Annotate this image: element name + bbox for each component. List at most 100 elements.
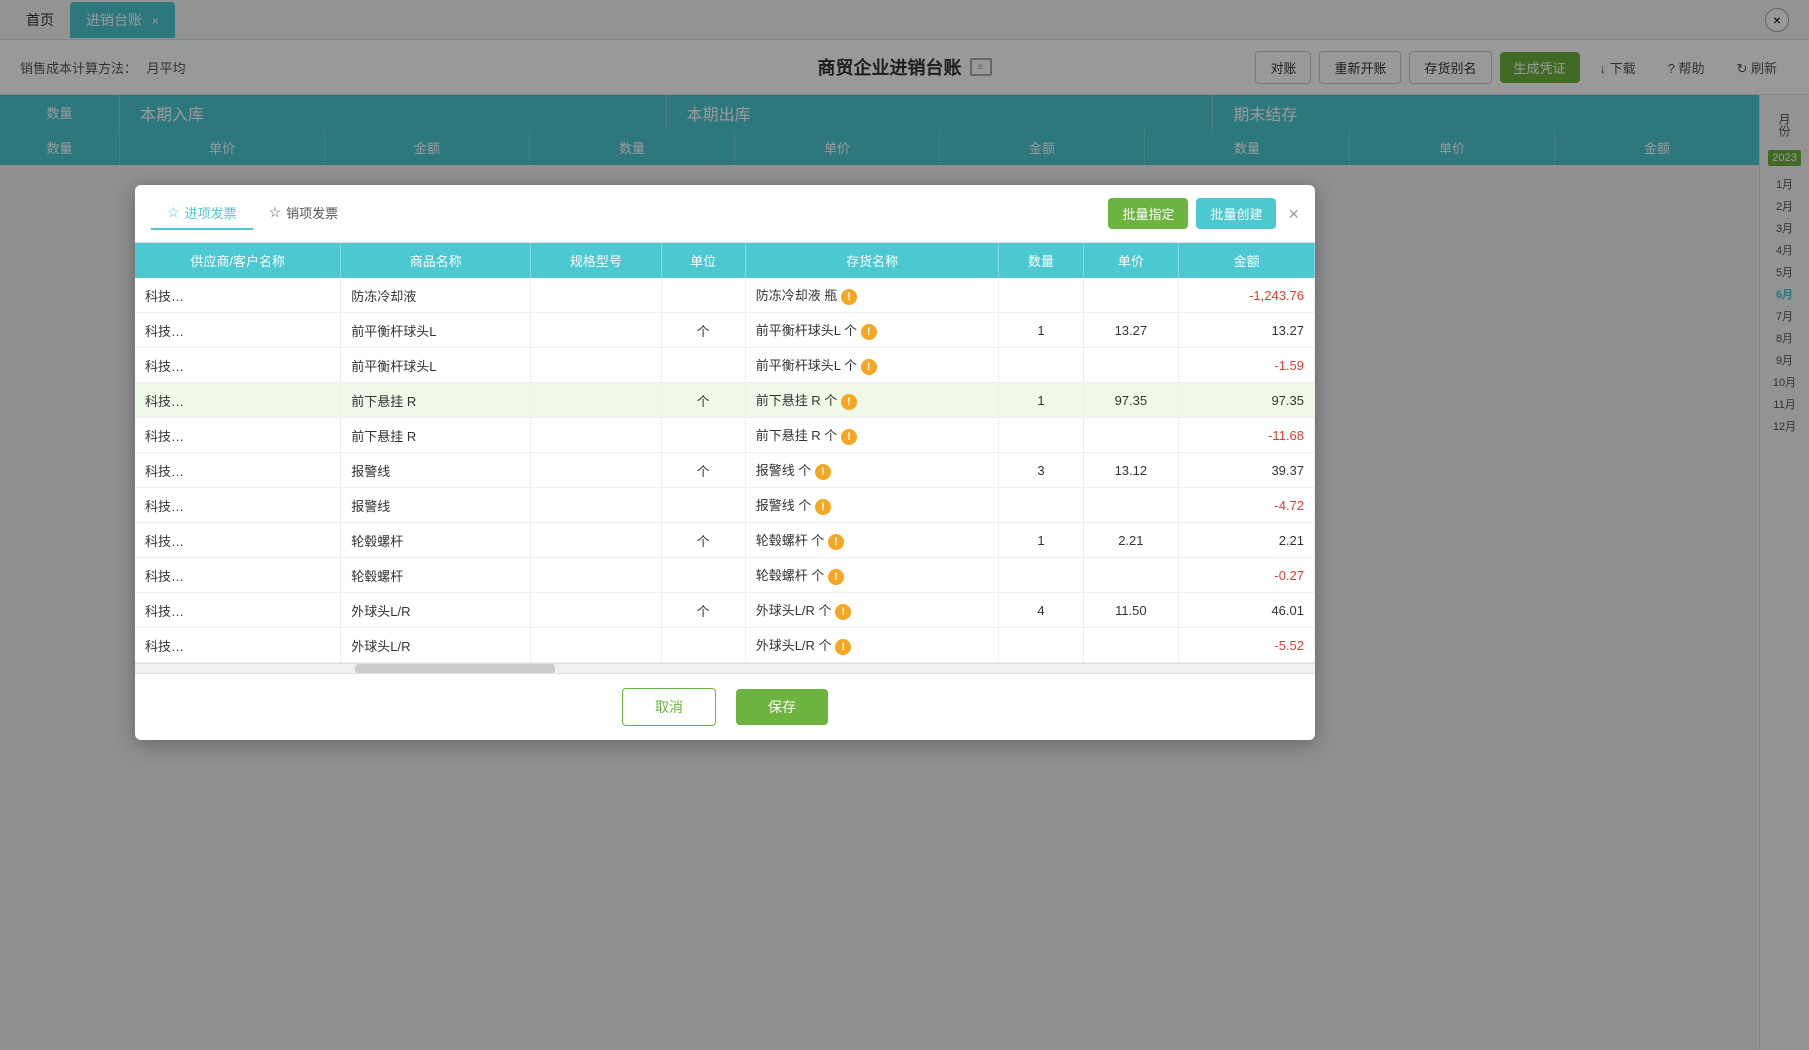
scrollbar-track[interactable]	[135, 663, 1315, 673]
cell-vendor: 科技…	[135, 628, 341, 663]
table-row[interactable]: 科技… 报警线 个 报警线 个 ! 3 13.12 39.37	[135, 453, 1315, 488]
cell-price	[1083, 488, 1179, 523]
invoice-table: 供应商/客户名称 商品名称 规格型号 单位 存货名称 数量 单价 金额 科技… …	[135, 243, 1315, 663]
cell-price: 11.50	[1083, 593, 1179, 628]
invoice-dialog: ☆ 进项发票 ☆ 销项发票 批量指定 批量创建 × 供应商/客户名称 商品名称 …	[135, 185, 1315, 740]
cell-inventory: 报警线 个 !	[745, 488, 999, 523]
cell-spec	[531, 348, 662, 383]
table-row[interactable]: 科技… 外球头L/R 个 外球头L/R 个 ! 4 11.50 46.01	[135, 593, 1315, 628]
dialog-tab-list: ☆ 进项发票 ☆ 销项发票	[151, 197, 354, 230]
cell-vendor: 科技…	[135, 488, 341, 523]
cell-vendor: 科技…	[135, 313, 341, 348]
cell-qty: 1	[999, 313, 1083, 348]
cell-spec	[531, 558, 662, 593]
in-invoice-label: 进项发票	[185, 203, 237, 222]
cell-product: 前平衡杆球头L	[341, 348, 531, 383]
cell-amount: 39.37	[1179, 453, 1315, 488]
cell-spec	[531, 453, 662, 488]
cell-amount: -11.68	[1179, 418, 1315, 453]
save-button[interactable]: 保存	[736, 689, 828, 725]
warning-icon: !	[835, 639, 851, 655]
cell-product: 防冻冷却液	[341, 278, 531, 313]
table-row[interactable]: 科技… 外球头L/R 外球头L/R 个 ! -5.52	[135, 628, 1315, 663]
cell-qty	[999, 628, 1083, 663]
table-row[interactable]: 科技… 前下悬挂 R 前下悬挂 R 个 ! -11.68	[135, 418, 1315, 453]
cell-qty	[999, 488, 1083, 523]
cell-qty	[999, 278, 1083, 313]
cell-amount: 13.27	[1179, 313, 1315, 348]
cell-unit	[661, 348, 745, 383]
cell-inventory: 轮毂螺杆 个 !	[745, 558, 999, 593]
cell-inventory: 前下悬挂 R 个 !	[745, 383, 999, 418]
cell-amount: -5.52	[1179, 628, 1315, 663]
cell-product: 轮毂螺杆	[341, 523, 531, 558]
cell-product: 报警线	[341, 488, 531, 523]
cell-amount: 97.35	[1179, 383, 1315, 418]
tab-out-invoice[interactable]: ☆ 销项发票	[253, 197, 355, 230]
th-product: 商品名称	[341, 243, 531, 278]
cell-price	[1083, 278, 1179, 313]
cell-amount: -1.59	[1179, 348, 1315, 383]
warning-icon: !	[861, 324, 877, 340]
table-row[interactable]: 科技… 前平衡杆球头L 个 前平衡杆球头L 个 ! 1 13.27 13.27	[135, 313, 1315, 348]
cell-qty: 3	[999, 453, 1083, 488]
tab-in-invoice[interactable]: ☆ 进项发票	[151, 197, 253, 230]
warning-icon: !	[828, 534, 844, 550]
th-spec: 规格型号	[531, 243, 662, 278]
cell-price	[1083, 418, 1179, 453]
cell-inventory: 轮毂螺杆 个 !	[745, 523, 999, 558]
cell-vendor: 科技…	[135, 523, 341, 558]
table-row[interactable]: 科技… 报警线 报警线 个 ! -4.72	[135, 488, 1315, 523]
cell-amount: 46.01	[1179, 593, 1315, 628]
cell-vendor: 科技…	[135, 418, 341, 453]
table-row[interactable]: 科技… 轮毂螺杆 个 轮毂螺杆 个 ! 1 2.21 2.21	[135, 523, 1315, 558]
warning-icon: !	[828, 569, 844, 585]
cell-price	[1083, 558, 1179, 593]
cell-vendor: 科技…	[135, 593, 341, 628]
cell-qty: 1	[999, 383, 1083, 418]
cell-product: 轮毂螺杆	[341, 558, 531, 593]
warning-icon: !	[815, 499, 831, 515]
cancel-button[interactable]: 取消	[622, 688, 716, 726]
warning-icon: !	[841, 429, 857, 445]
table-body: 科技… 防冻冷却液 防冻冷却液 瓶 ! -1,243.76 科技… 前平衡杆球头…	[135, 278, 1315, 663]
out-invoice-icon: ☆	[269, 204, 282, 221]
dialog-header: ☆ 进项发票 ☆ 销项发票 批量指定 批量创建 ×	[135, 185, 1315, 243]
cell-vendor: 科技…	[135, 348, 341, 383]
table-row[interactable]: 科技… 轮毂螺杆 轮毂螺杆 个 ! -0.27	[135, 558, 1315, 593]
cell-product: 前下悬挂 R	[341, 418, 531, 453]
cell-unit	[661, 628, 745, 663]
cell-vendor: 科技…	[135, 558, 341, 593]
cell-product: 前平衡杆球头L	[341, 313, 531, 348]
cell-amount: -0.27	[1179, 558, 1315, 593]
th-qty: 数量	[999, 243, 1083, 278]
batch-assign-button[interactable]: 批量指定	[1108, 198, 1188, 229]
cell-spec	[531, 418, 662, 453]
batch-create-button[interactable]: 批量创建	[1196, 198, 1276, 229]
th-amount: 金额	[1179, 243, 1315, 278]
table-row[interactable]: 科技… 前下悬挂 R 个 前下悬挂 R 个 ! 1 97.35 97.35	[135, 383, 1315, 418]
table-row[interactable]: 科技… 防冻冷却液 防冻冷却液 瓶 ! -1,243.76	[135, 278, 1315, 313]
cell-product: 外球头L/R	[341, 628, 531, 663]
cell-vendor: 科技…	[135, 278, 341, 313]
table-row[interactable]: 科技… 前平衡杆球头L 前平衡杆球头L 个 ! -1.59	[135, 348, 1315, 383]
cell-spec	[531, 313, 662, 348]
cell-price: 2.21	[1083, 523, 1179, 558]
cell-unit	[661, 418, 745, 453]
cell-amount: -4.72	[1179, 488, 1315, 523]
cell-inventory: 前下悬挂 R 个 !	[745, 418, 999, 453]
cell-qty	[999, 348, 1083, 383]
scrollbar-thumb[interactable]	[355, 664, 555, 673]
warning-icon: !	[841, 394, 857, 410]
cell-amount: -1,243.76	[1179, 278, 1315, 313]
dialog-close-button[interactable]: ×	[1288, 205, 1299, 223]
cell-inventory: 外球头L/R 个 !	[745, 593, 999, 628]
cell-product: 前下悬挂 R	[341, 383, 531, 418]
dialog-header-buttons: 批量指定 批量创建	[1108, 198, 1276, 229]
cell-unit	[661, 278, 745, 313]
cell-product: 报警线	[341, 453, 531, 488]
in-invoice-icon: ☆	[167, 204, 180, 221]
cell-vendor: 科技…	[135, 453, 341, 488]
cell-price: 13.27	[1083, 313, 1179, 348]
cell-inventory: 报警线 个 !	[745, 453, 999, 488]
